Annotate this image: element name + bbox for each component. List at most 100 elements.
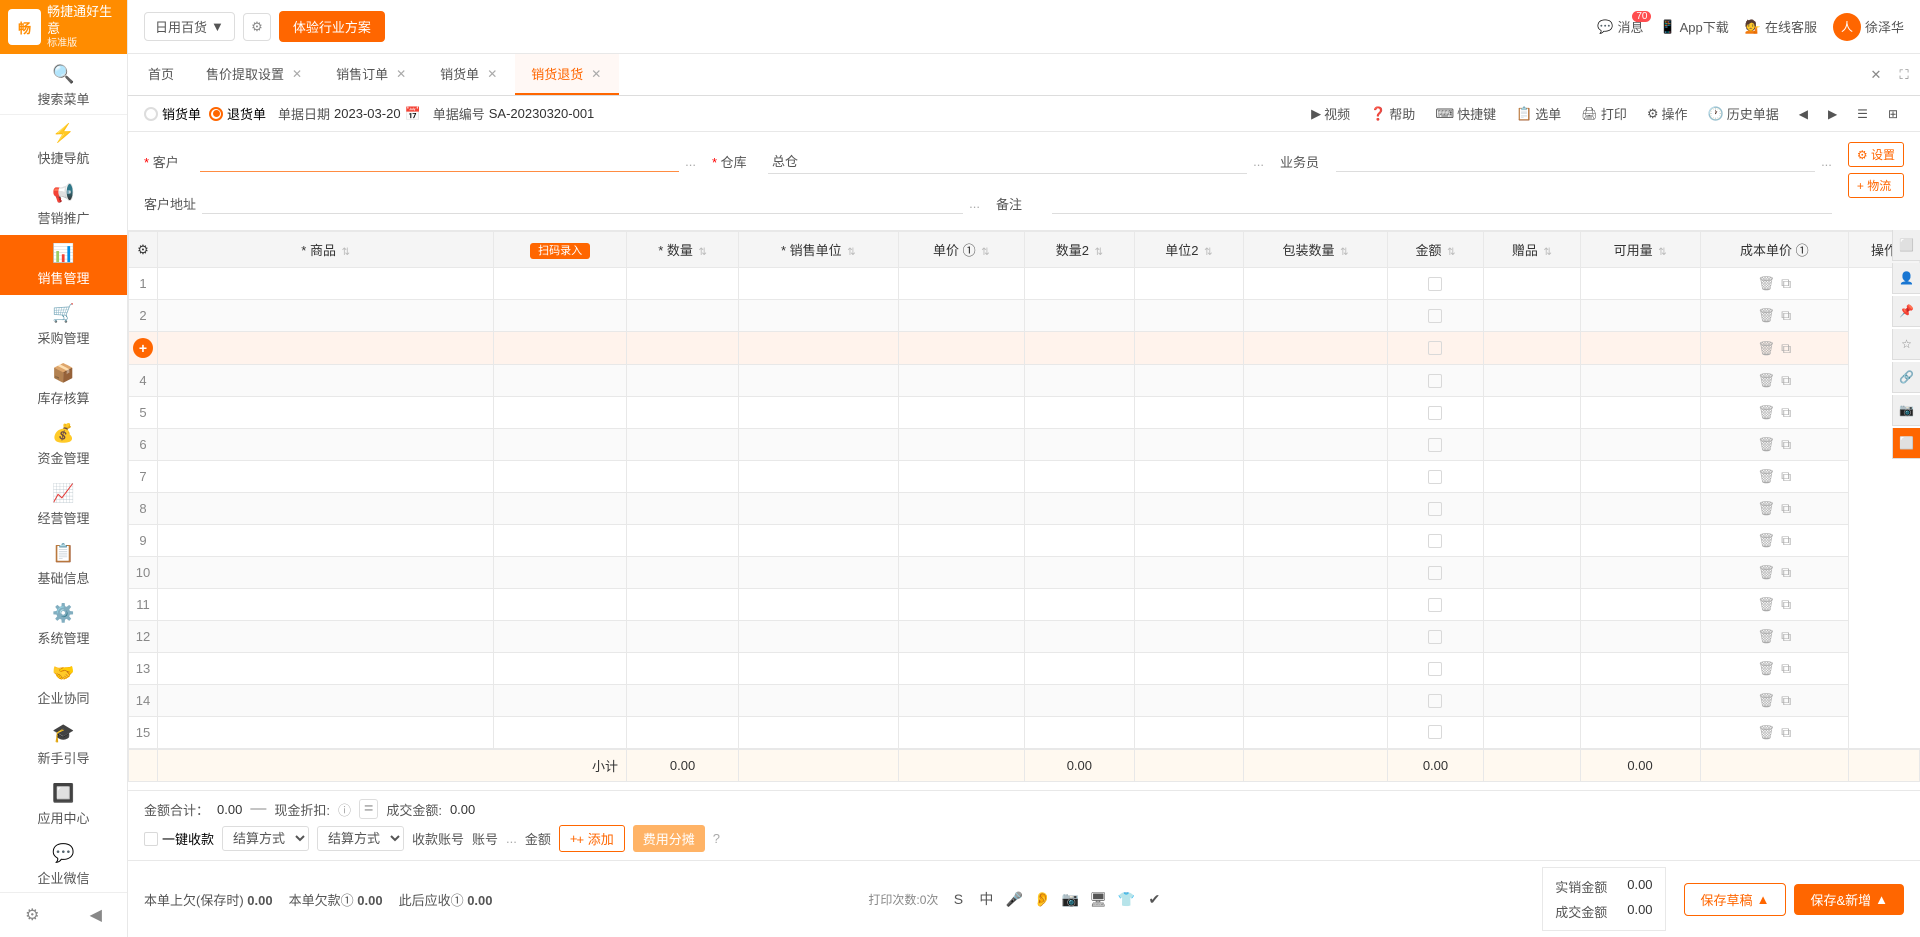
sidebar-item-sales[interactable]: 📊 销售管理 (0, 235, 127, 295)
sort-quantity2-icon[interactable]: ⇅ (1095, 247, 1103, 258)
unit-price-cell-11[interactable] (739, 589, 898, 621)
available-cell-7[interactable] (1484, 461, 1580, 493)
amount-cell-1[interactable] (1244, 268, 1388, 300)
pack-qty-cell-13[interactable] (1134, 653, 1244, 685)
online-service-btn[interactable]: 💁 在线客服 (1745, 17, 1817, 36)
footer-icon-5[interactable]: 📷 (1058, 887, 1082, 911)
tab-sales-return-close[interactable]: ✕ (589, 65, 603, 83)
th-settings[interactable]: ⚙ (129, 232, 158, 268)
copy-btn-3[interactable]: ⧉ (1781, 340, 1791, 357)
video-btn[interactable]: ▶ 视频 (1305, 102, 1356, 125)
tab-sales-order-close[interactable]: ✕ (394, 65, 408, 83)
experience-btn[interactable]: 体验行业方案 (279, 11, 385, 42)
gift-cell-11[interactable] (1387, 589, 1483, 621)
cash-discount-help-icon[interactable]: ⓘ (338, 800, 351, 819)
pack-qty-cell-15[interactable] (1134, 717, 1244, 749)
sort-pack-qty-icon[interactable]: ⇅ (1340, 247, 1348, 258)
sidebar-item-apps[interactable]: 🔲 应用中心 (0, 775, 127, 835)
quantity-cell-2[interactable] (494, 300, 627, 332)
delete-btn-14[interactable]: 🗑 (1757, 692, 1775, 709)
sort-sales-unit-icon[interactable]: ⇅ (847, 247, 855, 258)
amount-cell-10[interactable] (1244, 557, 1388, 589)
address-dots[interactable]: ... (969, 196, 980, 211)
quantity2-cell-9[interactable] (898, 525, 1025, 557)
tab-maximize-btn[interactable]: ⛶ (1892, 63, 1916, 87)
amount-cell-5[interactable] (1244, 397, 1388, 429)
unit2-cell-2[interactable] (1025, 300, 1135, 332)
cost-price-cell-9[interactable] (1580, 525, 1700, 557)
footer-icon-1[interactable]: S (946, 887, 970, 911)
unit2-cell-4[interactable] (1025, 365, 1135, 397)
unit2-cell-8[interactable] (1025, 493, 1135, 525)
copy-btn-12[interactable]: ⧉ (1781, 628, 1791, 645)
pack-qty-cell-1[interactable] (1134, 268, 1244, 300)
quantity2-cell-10[interactable] (898, 557, 1025, 589)
split-help-icon[interactable]: ? (713, 831, 720, 846)
grid-view-btn[interactable]: ⊞ (1882, 105, 1904, 123)
footer-icon-3[interactable]: 🎤 (1002, 887, 1026, 911)
available-cell-12[interactable] (1484, 621, 1580, 653)
copy-btn-1[interactable]: ⧉ (1781, 275, 1791, 292)
product-cell-4[interactable] (158, 365, 494, 397)
pack-qty-cell-6[interactable] (1134, 429, 1244, 461)
shortcut-btn[interactable]: ⌨ 快捷键 (1429, 102, 1502, 125)
unit2-cell-9[interactable] (1025, 525, 1135, 557)
delete-btn-1[interactable]: 🗑 (1757, 275, 1775, 292)
footer-icon-7[interactable]: 👕 (1114, 887, 1138, 911)
unit2-cell-5[interactable] (1025, 397, 1135, 429)
product-cell-9[interactable] (158, 525, 494, 557)
sidebar-item-basic[interactable]: 📋 基础信息 (0, 535, 127, 595)
available-cell-6[interactable] (1484, 429, 1580, 461)
gift-checkbox-7[interactable] (1428, 470, 1442, 484)
gift-cell-7[interactable] (1387, 461, 1483, 493)
copy-btn-8[interactable]: ⧉ (1781, 500, 1791, 517)
quantity2-cell-12[interactable] (898, 621, 1025, 653)
pack-qty-cell-9[interactable] (1134, 525, 1244, 557)
copy-btn-9[interactable]: ⧉ (1781, 532, 1791, 549)
quantity-cell-12[interactable] (494, 621, 627, 653)
available-cell-2[interactable] (1484, 300, 1580, 332)
pack-qty-cell-7[interactable] (1134, 461, 1244, 493)
copy-btn-13[interactable]: ⧉ (1781, 660, 1791, 677)
float-btn-6[interactable]: 📷 (1892, 395, 1920, 426)
sales-unit-cell-2[interactable] (626, 300, 738, 332)
product-cell-15[interactable] (158, 717, 494, 749)
delete-btn-12[interactable]: 🗑 (1757, 628, 1775, 645)
sidebar-item-enterprise[interactable]: 🤝 企业协同 (0, 655, 127, 715)
cost-price-cell-2[interactable] (1580, 300, 1700, 332)
delete-btn-4[interactable]: 🗑 (1757, 372, 1775, 389)
sidebar-collapse-btn[interactable]: ◀ (86, 901, 106, 929)
product-cell-1[interactable] (158, 268, 494, 300)
copy-btn-7[interactable]: ⧉ (1781, 468, 1791, 485)
gift-checkbox-4[interactable] (1428, 374, 1442, 388)
print-btn[interactable]: 🖨 打印 (1575, 102, 1633, 125)
pack-qty-cell-10[interactable] (1134, 557, 1244, 589)
quantity2-cell-5[interactable] (898, 397, 1025, 429)
app-download-btn[interactable]: 📱 App下载 (1659, 17, 1728, 36)
amount-cell-3[interactable] (1244, 332, 1388, 365)
product-cell-5[interactable] (158, 397, 494, 429)
sidebar-item-wechat[interactable]: 💬 企业微信 (0, 835, 127, 892)
header-settings-btn[interactable]: ⚙ (243, 13, 271, 41)
unit-price-cell-8[interactable] (739, 493, 898, 525)
delete-btn-10[interactable]: 🗑 (1757, 564, 1775, 581)
unit2-cell-12[interactable] (1025, 621, 1135, 653)
sort-unit-price-icon[interactable]: ⇅ (981, 247, 989, 258)
unit2-cell-7[interactable] (1025, 461, 1135, 493)
tab-price-setting-close[interactable]: ✕ (290, 65, 304, 83)
sort-quantity-icon[interactable]: ⇅ (699, 247, 707, 258)
product-input-3[interactable] (162, 341, 489, 356)
gift-checkbox-10[interactable] (1428, 566, 1442, 580)
product-cell-2[interactable] (158, 300, 494, 332)
gift-cell-1[interactable] (1387, 268, 1483, 300)
amount-cell-11[interactable] (1244, 589, 1388, 621)
save-draft-btn[interactable]: 保存草稿 ▲ (1684, 883, 1787, 916)
gift-checkbox-2[interactable] (1428, 309, 1442, 323)
available-cell-15[interactable] (1484, 717, 1580, 749)
product-cell-14[interactable] (158, 685, 494, 717)
quantity2-cell-15[interactable] (898, 717, 1025, 749)
gift-cell-3[interactable] (1387, 332, 1483, 365)
address-input[interactable] (202, 192, 963, 214)
sales-unit-cell-12[interactable] (626, 621, 738, 653)
pack-qty-cell-2[interactable] (1134, 300, 1244, 332)
